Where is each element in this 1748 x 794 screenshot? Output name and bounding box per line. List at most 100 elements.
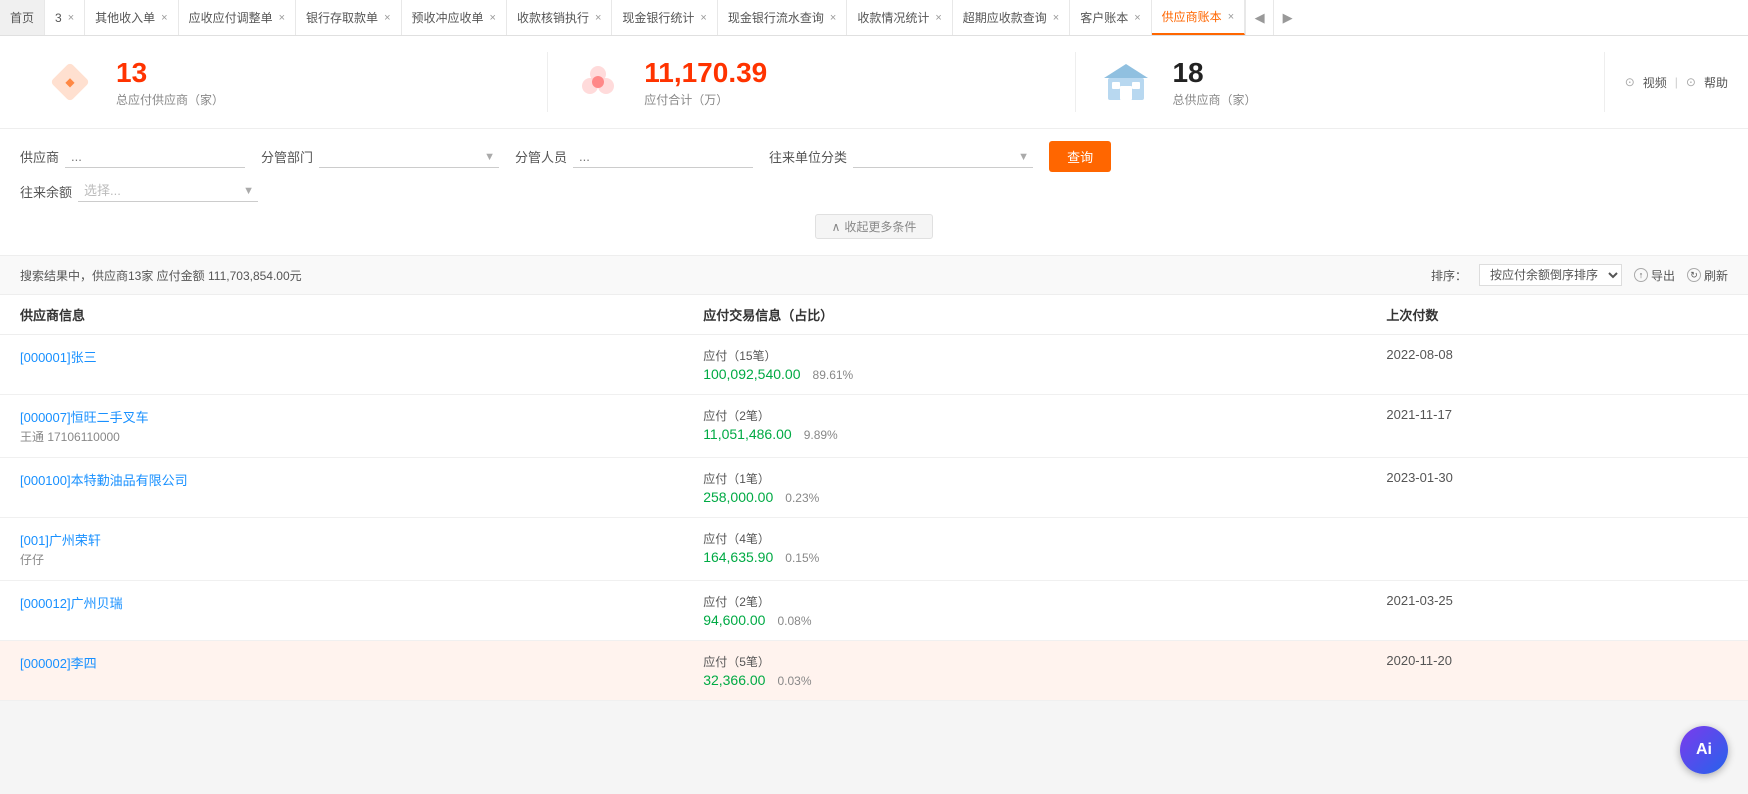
close-icon[interactable]: × — [384, 12, 390, 24]
dept-filter-label: 分管部门 — [261, 147, 313, 166]
table-row: [000002]李四 应付（5笔） 32,366.00 0.03% 2020-1… — [0, 641, 1748, 701]
total-suppliers-value: 18 — [1172, 56, 1256, 90]
nav-bank-deposit[interactable]: 银行存取款单 × — [296, 0, 401, 35]
nav-overdue-ar[interactable]: 超期应收款查询 × — [953, 0, 1070, 35]
supplier-sub: 王通 17106110000 — [20, 428, 703, 445]
table-row: [000007]恒旺二手叉车 王通 17106110000 应付（2笔） 11,… — [0, 395, 1748, 458]
txn-cell: 应付（4笔） 164,635.90 0.15% — [703, 530, 1386, 565]
nav-overdue-ar-label: 超期应收款查询 — [963, 9, 1047, 26]
txn-label: 应付（15笔） — [703, 347, 1386, 364]
nav-home[interactable]: 首页 — [0, 0, 45, 35]
close-icon[interactable]: × — [935, 12, 941, 24]
sort-select[interactable]: 按应付余额倒序排序 — [1479, 264, 1622, 286]
close-icon[interactable]: × — [490, 12, 496, 24]
supplier-link[interactable]: [000002]李四 — [20, 656, 97, 671]
category-select[interactable] — [853, 146, 1033, 168]
nav-tab3[interactable]: 3 × — [45, 0, 85, 35]
last-pay-date: 2021-11-17 — [1386, 407, 1452, 422]
nav-prepay-offset-label: 预收冲应收单 — [412, 9, 484, 26]
refresh-icon: ↻ — [1687, 268, 1701, 282]
close-icon[interactable]: × — [68, 12, 74, 24]
close-icon[interactable]: × — [1134, 12, 1140, 24]
txn-pct: 9.89% — [804, 428, 838, 442]
supplier-link[interactable]: [000007]恒旺二手叉车 — [20, 410, 149, 425]
supplier-filter-label: 供应商 — [20, 147, 59, 166]
help-link[interactable]: 帮助 — [1704, 74, 1728, 91]
close-icon[interactable]: × — [1228, 11, 1234, 23]
nav-prev-btn[interactable]: ◀ — [1245, 0, 1273, 35]
supplier-link[interactable]: [000012]广州贝瑞 — [20, 596, 123, 611]
svg-text:◆: ◆ — [65, 75, 75, 89]
txn-label: 应付（2笔） — [703, 407, 1386, 424]
store-icon — [1096, 52, 1156, 112]
refresh-button[interactable]: ↻ 刷新 — [1687, 267, 1728, 284]
total-payable-label: 应付合计（万） — [644, 91, 767, 108]
query-button[interactable]: 查询 — [1049, 141, 1111, 172]
person-input[interactable] — [573, 146, 753, 168]
export-label: 导出 — [1651, 267, 1675, 284]
last-pay-date: 2020-11-20 — [1386, 653, 1452, 668]
close-icon[interactable]: × — [1053, 12, 1059, 24]
supplier-link[interactable]: [001]广州荣轩 — [20, 533, 101, 548]
nav-customer-ledger[interactable]: 客户账本 × — [1070, 0, 1151, 35]
txn-cell: 应付（2笔） 11,051,486.00 9.89% — [703, 407, 1386, 442]
filter-category: 往来单位分类 ▼ — [769, 146, 1033, 168]
txn-row: 32,366.00 0.03% — [703, 670, 1386, 688]
divider: | — [1675, 75, 1678, 89]
supplier-link[interactable]: [000001]张三 — [20, 350, 97, 365]
table-row: [000001]张三 应付（15笔） 100,092,540.00 89.61%… — [0, 335, 1748, 395]
nav-cash-bank-flow[interactable]: 现金银行流水查询 × — [718, 0, 847, 35]
close-icon[interactable]: × — [830, 12, 836, 24]
collapse-button[interactable]: ∧ 收起更多条件 — [815, 214, 934, 239]
filter-area: 供应商 分管部门 ▼ 分管人员 往来单位分类 ▼ 查询 — [0, 129, 1748, 256]
close-icon[interactable]: × — [161, 12, 167, 24]
ai-assistant-button[interactable]: Ai — [1680, 726, 1728, 774]
last-pay-date: 2022-08-08 — [1386, 347, 1453, 362]
dept-select[interactable] — [319, 146, 499, 168]
txn-cell: 应付（15笔） 100,092,540.00 89.61% — [703, 347, 1386, 382]
filter-balance: 往来余额 选择... ▼ — [20, 180, 258, 202]
person-filter-label: 分管人员 — [515, 147, 567, 166]
supplier-sub: 仔仔 — [20, 551, 703, 568]
summary-card-total-suppliers: 18 总供应商（家） — [1076, 52, 1604, 112]
nav-supplier-ledger[interactable]: 供应商账本 × — [1152, 0, 1245, 35]
collapse-bar: ∧ 收起更多条件 — [20, 210, 1728, 243]
export-icon: ↑ — [1634, 268, 1648, 282]
video-link[interactable]: 视频 — [1643, 74, 1667, 91]
nav-customer-ledger-label: 客户账本 — [1080, 9, 1128, 26]
txn-row: 258,000.00 0.23% — [703, 487, 1386, 505]
supplier-cell: [001]广州荣轩 仔仔 — [20, 530, 703, 568]
txn-pct: 0.23% — [785, 491, 819, 505]
txn-amount: 94,600.00 — [703, 612, 765, 628]
nav-payment-verify[interactable]: 收款核销执行 × — [507, 0, 612, 35]
last-pay-cell: 2021-03-25 — [1386, 593, 1728, 608]
supplier-input[interactable] — [65, 146, 245, 168]
nav-receipt-stat[interactable]: 收款情况统计 × — [847, 0, 952, 35]
filter-dept: 分管部门 ▼ — [261, 146, 499, 168]
txn-cell: 应付（1笔） 258,000.00 0.23% — [703, 470, 1386, 505]
nav-prepay-offset[interactable]: 预收冲应收单 × — [402, 0, 507, 35]
export-button[interactable]: ↑ 导出 — [1634, 267, 1675, 284]
balance-select[interactable]: 选择... — [78, 180, 258, 202]
right-actions: 排序： 按应付余额倒序排序 ↑ 导出 ↻ 刷新 — [1431, 264, 1728, 286]
summary-card-total-payable: 11,170.39 应付合计（万） — [548, 52, 1076, 112]
txn-label: 应付（1笔） — [703, 470, 1386, 487]
balance-filter-label: 往来余额 — [20, 182, 72, 201]
filter-row-1: 供应商 分管部门 ▼ 分管人员 往来单位分类 ▼ 查询 — [20, 141, 1728, 172]
supplier-link[interactable]: [000100]本特勤油品有限公司 — [20, 473, 188, 488]
nav-other-income[interactable]: 其他收入单 × — [85, 0, 178, 35]
supplier-table: 供应商信息 应付交易信息（占比） 上次付数 [000001]张三 应付（15笔）… — [0, 295, 1748, 701]
nav-next-btn[interactable]: ▶ — [1273, 0, 1301, 35]
close-icon[interactable]: × — [700, 12, 706, 24]
close-icon[interactable]: × — [595, 12, 601, 24]
supplier-cell: [000002]李四 — [20, 653, 703, 672]
close-icon[interactable]: × — [279, 12, 285, 24]
top-navigation: 首页 3 × 其他收入单 × 应收应付调整单 × 银行存取款单 × 预收冲应收单… — [0, 0, 1748, 36]
last-pay-cell: 2023-01-30 — [1386, 470, 1728, 485]
filter-row-2: 往来余额 选择... ▼ — [20, 180, 1728, 202]
nav-cash-bank-stat[interactable]: 现金银行统计 × — [612, 0, 717, 35]
table-header: 供应商信息 应付交易信息（占比） 上次付数 — [0, 295, 1748, 335]
supplier-cell: [000012]广州贝瑞 — [20, 593, 703, 612]
col-txn-info: 应付交易信息（占比） — [703, 305, 1386, 324]
nav-ar-ap-adjust[interactable]: 应收应付调整单 × — [179, 0, 296, 35]
